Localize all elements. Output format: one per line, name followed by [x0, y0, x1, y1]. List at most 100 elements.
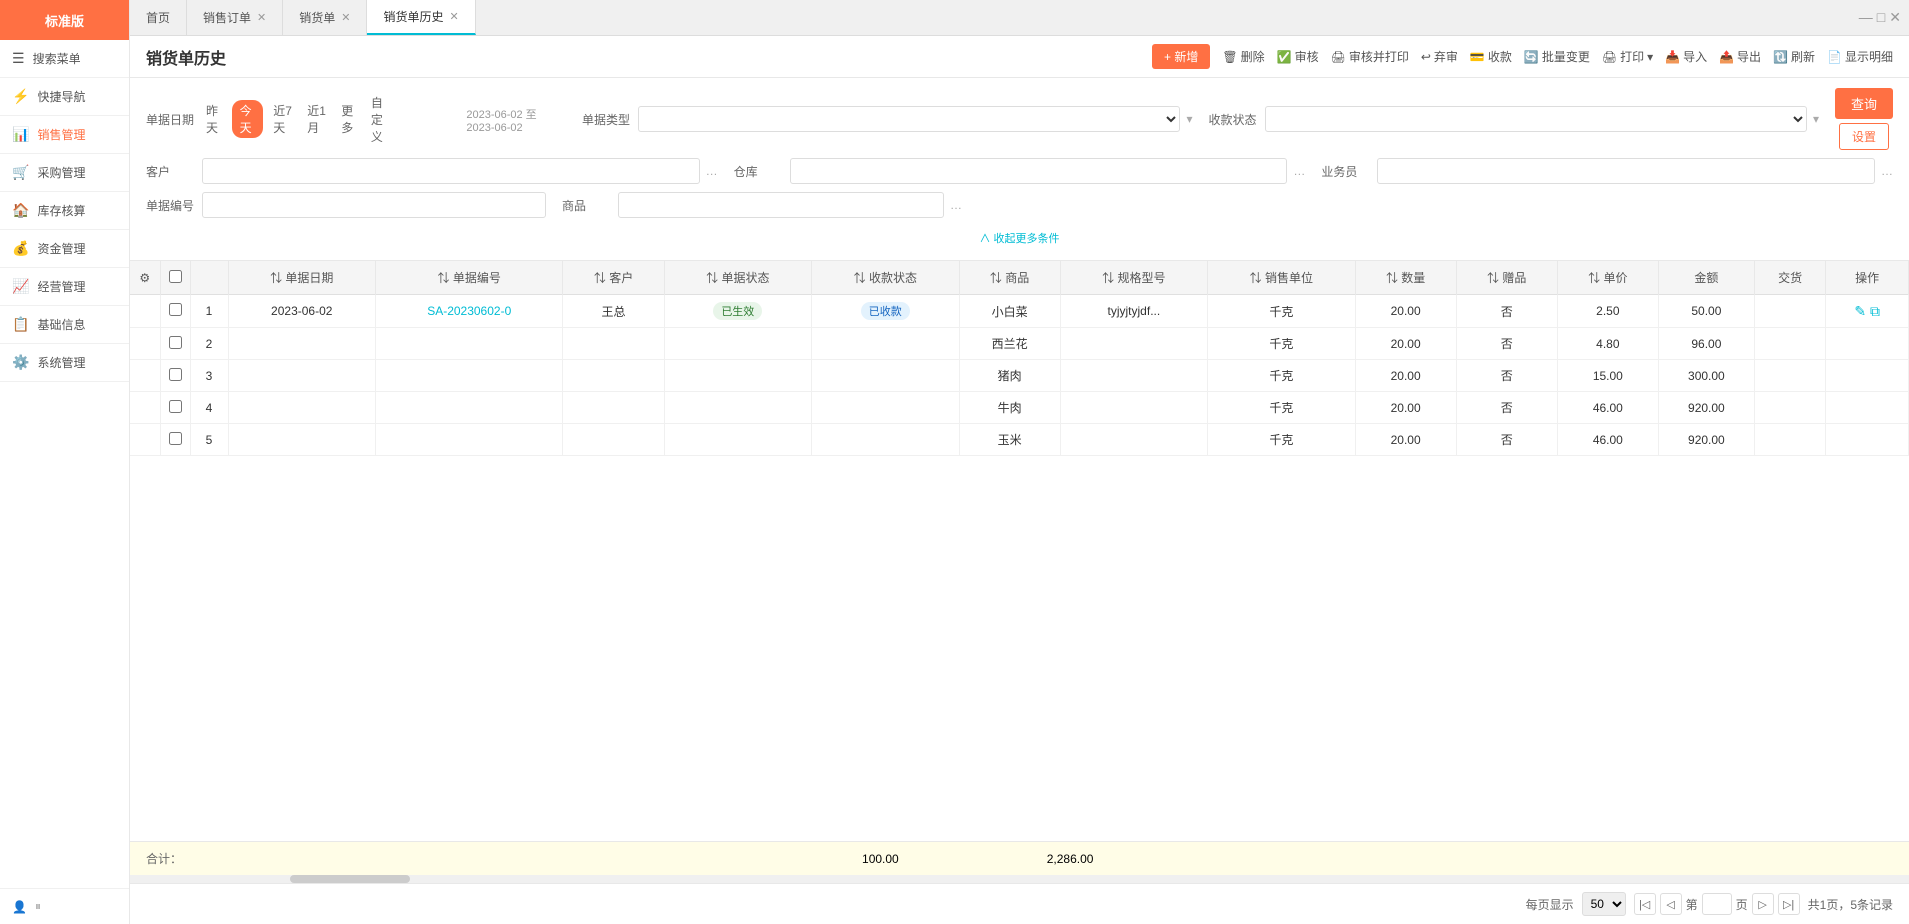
tab-sales-history-close[interactable]: ✕ [450, 10, 459, 23]
row-select-checkbox[interactable] [169, 432, 182, 445]
export-button[interactable]: 📤 导出 [1719, 48, 1761, 65]
set-button[interactable]: 设置 [1839, 123, 1889, 150]
tab-sales-order[interactable]: 销售订单 ✕ [187, 0, 283, 35]
row-gear[interactable] [130, 424, 160, 456]
row-doc-no[interactable] [375, 360, 562, 392]
tab-home[interactable]: 首页 [130, 0, 187, 35]
col-checkbox[interactable] [160, 261, 190, 295]
batch-change-button[interactable]: 🔄 批量变更 [1524, 48, 1590, 65]
new-button[interactable]: + 新增 [1152, 44, 1210, 69]
col-goods[interactable]: ⇅ 商品 [959, 261, 1060, 295]
scrollbar-area[interactable] [130, 875, 1909, 883]
print-button[interactable]: 🖨 打印 ▾ [1602, 48, 1653, 65]
copy-btn[interactable]: ⧉ [1870, 303, 1880, 319]
sidebar-item-quick-nav[interactable]: ⚡ 快捷导航 [0, 78, 129, 116]
sidebar-item-inventory[interactable]: 🏠 库存核算 [0, 192, 129, 230]
row-gear[interactable] [130, 295, 160, 328]
salesperson-input[interactable] [1377, 158, 1875, 184]
goods-input[interactable] [618, 192, 944, 218]
col-gear[interactable]: ⚙ [130, 261, 160, 295]
payment-status-select[interactable] [1265, 106, 1807, 132]
sidebar-item-basic-info[interactable]: 📋 基础信息 [0, 306, 129, 344]
col-customer[interactable]: ⇅ 客户 [563, 261, 664, 295]
col-spec[interactable]: ⇅ 规格型号 [1060, 261, 1207, 295]
tab-sales-delivery[interactable]: 销货单 ✕ [283, 0, 367, 35]
date-shortcut-custom[interactable]: 自定义 [367, 92, 398, 147]
row-checkbox[interactable] [160, 295, 190, 328]
import-button[interactable]: 📥 导入 [1665, 48, 1707, 65]
row-doc-no[interactable] [375, 392, 562, 424]
col-doc-no[interactable]: ⇅ 单据编号 [375, 261, 562, 295]
col-gift[interactable]: ⇅ 赠品 [1456, 261, 1557, 295]
page-next-btn[interactable]: ▷ [1752, 893, 1774, 915]
tab-sales-delivery-close[interactable]: ✕ [341, 11, 350, 24]
row-select-checkbox[interactable] [169, 400, 182, 413]
collect-button[interactable]: 💳 收款 [1470, 48, 1512, 65]
select-all-checkbox[interactable] [169, 270, 182, 283]
row-gear[interactable] [130, 328, 160, 360]
maximize-icon[interactable]: □ [1877, 9, 1885, 26]
sidebar-collapse-icon[interactable]: ⏸ [35, 899, 41, 914]
row-checkbox[interactable] [160, 360, 190, 392]
row-qty: 20.00 [1355, 392, 1456, 424]
sidebar-item-finance[interactable]: 💰 资金管理 [0, 230, 129, 268]
edit-btn[interactable]: ✎ [1854, 303, 1866, 319]
refresh-button[interactable]: 🔃 刷新 [1773, 48, 1815, 65]
audit-button[interactable]: ✅ 审核 [1277, 48, 1319, 65]
row-checkbox[interactable] [160, 392, 190, 424]
col-unit[interactable]: ⇅ 销售单位 [1208, 261, 1355, 295]
date-shortcut-more[interactable]: 更多 [337, 100, 361, 138]
row-select-checkbox[interactable] [169, 368, 182, 381]
display-detail-button[interactable]: 📄 显示明细 [1827, 48, 1893, 65]
row-select-checkbox[interactable] [169, 336, 182, 349]
scrollbar-thumb[interactable] [290, 875, 410, 883]
close-icon[interactable]: ✕ [1889, 9, 1901, 26]
col-qty[interactable]: ⇅ 数量 [1355, 261, 1456, 295]
date-shortcut-7days[interactable]: 近7天 [269, 100, 297, 138]
warehouse-input[interactable] [790, 158, 1288, 184]
sidebar-item-purchase-mgmt[interactable]: 🛒 采购管理 [0, 154, 129, 192]
doc-type-select[interactable] [638, 106, 1180, 132]
doc-no-input[interactable] [202, 192, 546, 218]
page-first-btn[interactable]: |◁ [1634, 893, 1656, 915]
per-page-select[interactable]: 50 [1582, 892, 1626, 916]
sidebar-item-sales-mgmt[interactable]: 📊 销售管理 [0, 116, 129, 154]
row-doc-no[interactable] [375, 424, 562, 456]
sidebar-item-sys-mgmt[interactable]: ⚙️ 系统管理 [0, 344, 129, 382]
page-input[interactable]: 1 [1702, 893, 1732, 915]
page-prev-btn[interactable]: ◁ [1660, 893, 1682, 915]
row-goods: 牛肉 [959, 392, 1060, 424]
warehouse-dots[interactable]: … [1293, 164, 1305, 178]
row-doc-no[interactable]: SA-20230602-0 [375, 295, 562, 328]
row-gear[interactable] [130, 360, 160, 392]
col-payment-status[interactable]: ⇅ 收款状态 [812, 261, 959, 295]
col-price[interactable]: ⇅ 单价 [1557, 261, 1658, 295]
minimize-icon[interactable]: — [1859, 9, 1873, 26]
date-shortcut-today[interactable]: 今天 [232, 100, 264, 138]
row-checkbox[interactable] [160, 328, 190, 360]
audit-print-button[interactable]: 🖨 审核并打印 [1331, 48, 1409, 65]
tab-sales-order-close[interactable]: ✕ [257, 11, 266, 24]
filter-collapse-btn[interactable]: ∧ 收起更多条件 [146, 226, 1893, 250]
customer-dots[interactable]: … [706, 164, 718, 178]
row-doc-no[interactable] [375, 328, 562, 360]
delete-button[interactable]: 🗑 删除 [1222, 48, 1264, 65]
date-shortcut-1month[interactable]: 近1月 [303, 100, 331, 138]
col-doc-date[interactable]: ⇅ 单据日期 [228, 261, 375, 295]
row-amount: 96.00 [1658, 328, 1754, 360]
row-checkbox[interactable] [160, 424, 190, 456]
salesperson-dots[interactable]: … [1881, 164, 1893, 178]
query-button[interactable]: 查询 [1835, 88, 1893, 119]
customer-input[interactable] [202, 158, 700, 184]
row-select-checkbox[interactable] [169, 303, 182, 316]
sidebar-item-operations[interactable]: 📈 经营管理 [0, 268, 129, 306]
sidebar-item-search-menu[interactable]: ☰ 搜索菜单 [0, 40, 129, 78]
date-shortcuts: 昨天 今天 近7天 近1月 更多 自定义 [202, 92, 398, 147]
col-doc-status[interactable]: ⇅ 单据状态 [664, 261, 811, 295]
page-last-btn[interactable]: ▷| [1778, 893, 1800, 915]
date-shortcut-yesterday[interactable]: 昨天 [202, 100, 226, 138]
abandon-button[interactable]: ↩ 弃审 [1421, 48, 1458, 65]
goods-dots[interactable]: … [950, 198, 962, 212]
tab-sales-history[interactable]: 销货单历史 ✕ [367, 0, 475, 35]
row-gear[interactable] [130, 392, 160, 424]
